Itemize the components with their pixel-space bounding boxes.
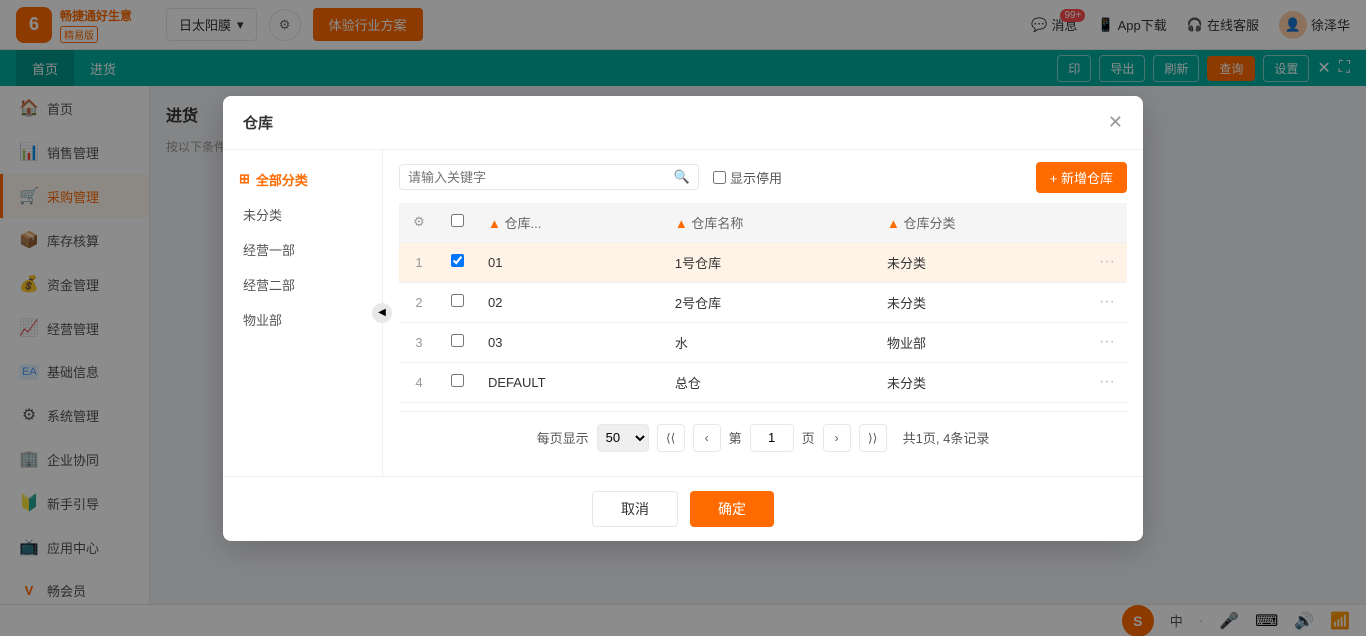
row-more: ···: [1087, 362, 1127, 402]
page-unit: 页: [802, 428, 815, 447]
row-category: 未分类: [875, 282, 1087, 322]
row-checkbox-cell: [439, 242, 476, 282]
row-name: 1号仓库: [663, 242, 875, 282]
row-num: 2: [399, 282, 439, 322]
page-number-input[interactable]: [750, 424, 794, 452]
sort-icon: ▲: [488, 216, 501, 231]
search-box: 🔍: [399, 164, 699, 190]
modal-body: ⊞ 全部分类 未分类 经营一部 经营二部 物业部 ◀ 🔍: [223, 150, 1143, 476]
table-row[interactable]: 3 03 水 物业部 ···: [399, 322, 1127, 362]
warehouse-table: ⚙ ▲ 仓库... ▲ 仓库名称: [399, 203, 1127, 403]
all-category-item[interactable]: ⊞ 全部分类: [223, 162, 382, 197]
page-label: 第: [729, 428, 742, 447]
per-page-label: 每页显示: [537, 428, 589, 447]
grid-icon: ⊞: [239, 171, 250, 187]
table: ⚙ ▲ 仓库... ▲ 仓库名称: [399, 203, 1127, 403]
row-checkbox[interactable]: [451, 374, 464, 387]
warehouse-modal: 仓库 ✕ ⊞ 全部分类 未分类 经营一部 经营二部 物业部 ◀: [223, 96, 1143, 541]
modal-header: 仓库 ✕: [223, 96, 1143, 150]
category-item-2[interactable]: 经营二部: [223, 267, 382, 302]
confirm-button[interactable]: 确定: [690, 491, 774, 527]
row-category: 未分类: [875, 362, 1087, 402]
row-checkbox[interactable]: [451, 254, 464, 267]
category-item-3[interactable]: 物业部: [223, 302, 382, 337]
add-warehouse-button[interactable]: + 新增仓库: [1036, 162, 1127, 193]
row-num: 1: [399, 242, 439, 282]
row-name: 水: [663, 322, 875, 362]
search-icon[interactable]: 🔍: [674, 169, 690, 185]
modal-right-panel: 🔍 显示停用 + 新增仓库 ⚙: [383, 150, 1143, 476]
col-category: ▲ 仓库分类: [875, 203, 1087, 243]
modal-toolbar: 🔍 显示停用 + 新增仓库: [399, 162, 1127, 193]
pagination: 每页显示 50 100 ⟨⟨ ‹ 第 页 › ⟩⟩ 共1页, 4条记录: [399, 411, 1127, 464]
col-actions: [1087, 203, 1127, 243]
show-disabled-checkbox[interactable]: 显示停用: [713, 168, 782, 187]
row-checkbox-cell: [439, 322, 476, 362]
row-code: DEFAULT: [476, 362, 663, 402]
col-settings: ⚙: [399, 203, 439, 243]
table-row[interactable]: 2 02 2号仓库 未分类 ···: [399, 282, 1127, 322]
row-name: 2号仓库: [663, 282, 875, 322]
sort-icon-cat: ▲: [887, 216, 900, 231]
total-info: 共1页, 4条记录: [903, 428, 990, 447]
category-item-1[interactable]: 经营一部: [223, 232, 382, 267]
row-category: 物业部: [875, 322, 1087, 362]
more-actions-button[interactable]: ···: [1099, 373, 1115, 390]
select-all-checkbox[interactable]: [451, 214, 464, 227]
modal-footer: 取消 确定: [223, 476, 1143, 541]
row-num: 3: [399, 322, 439, 362]
table-row[interactable]: 4 DEFAULT 总仓 未分类 ···: [399, 362, 1127, 402]
sidebar-collapse-button[interactable]: ◀: [372, 303, 392, 323]
more-actions-button[interactable]: ···: [1099, 253, 1115, 270]
row-checkbox[interactable]: [451, 334, 464, 347]
cancel-button[interactable]: 取消: [592, 491, 678, 527]
row-num: 4: [399, 362, 439, 402]
prev-page-button[interactable]: ‹: [693, 424, 721, 452]
row-more: ···: [1087, 282, 1127, 322]
last-page-button[interactable]: ⟩⟩: [859, 424, 887, 452]
row-code: 01: [476, 242, 663, 282]
table-row[interactable]: 1 01 1号仓库 未分类 ···: [399, 242, 1127, 282]
modal-overlay: 仓库 ✕ ⊞ 全部分类 未分类 经营一部 经营二部 物业部 ◀: [0, 0, 1366, 636]
per-page-select[interactable]: 50 100: [597, 424, 649, 452]
modal-close-button[interactable]: ✕: [1108, 112, 1123, 133]
more-actions-button[interactable]: ···: [1099, 333, 1115, 350]
show-disabled-input[interactable]: [713, 171, 726, 184]
row-name: 总仓: [663, 362, 875, 402]
row-code: 02: [476, 282, 663, 322]
row-more: ···: [1087, 242, 1127, 282]
col-name: ▲ 仓库名称: [663, 203, 875, 243]
row-code: 03: [476, 322, 663, 362]
more-actions-button[interactable]: ···: [1099, 293, 1115, 310]
row-category: 未分类: [875, 242, 1087, 282]
search-input[interactable]: [408, 170, 674, 185]
category-sidebar: ⊞ 全部分类 未分类 经营一部 经营二部 物业部 ◀: [223, 150, 383, 476]
table-header-row: ⚙ ▲ 仓库... ▲ 仓库名称: [399, 203, 1127, 243]
next-page-button[interactable]: ›: [823, 424, 851, 452]
modal-title: 仓库: [243, 112, 273, 133]
row-checkbox-cell: [439, 282, 476, 322]
category-item-0[interactable]: 未分类: [223, 197, 382, 232]
sort-icon-name: ▲: [675, 216, 688, 231]
col-check: [439, 203, 476, 243]
col-code: ▲ 仓库...: [476, 203, 663, 243]
row-checkbox[interactable]: [451, 294, 464, 307]
row-more: ···: [1087, 322, 1127, 362]
first-page-button[interactable]: ⟨⟨: [657, 424, 685, 452]
row-checkbox-cell: [439, 362, 476, 402]
